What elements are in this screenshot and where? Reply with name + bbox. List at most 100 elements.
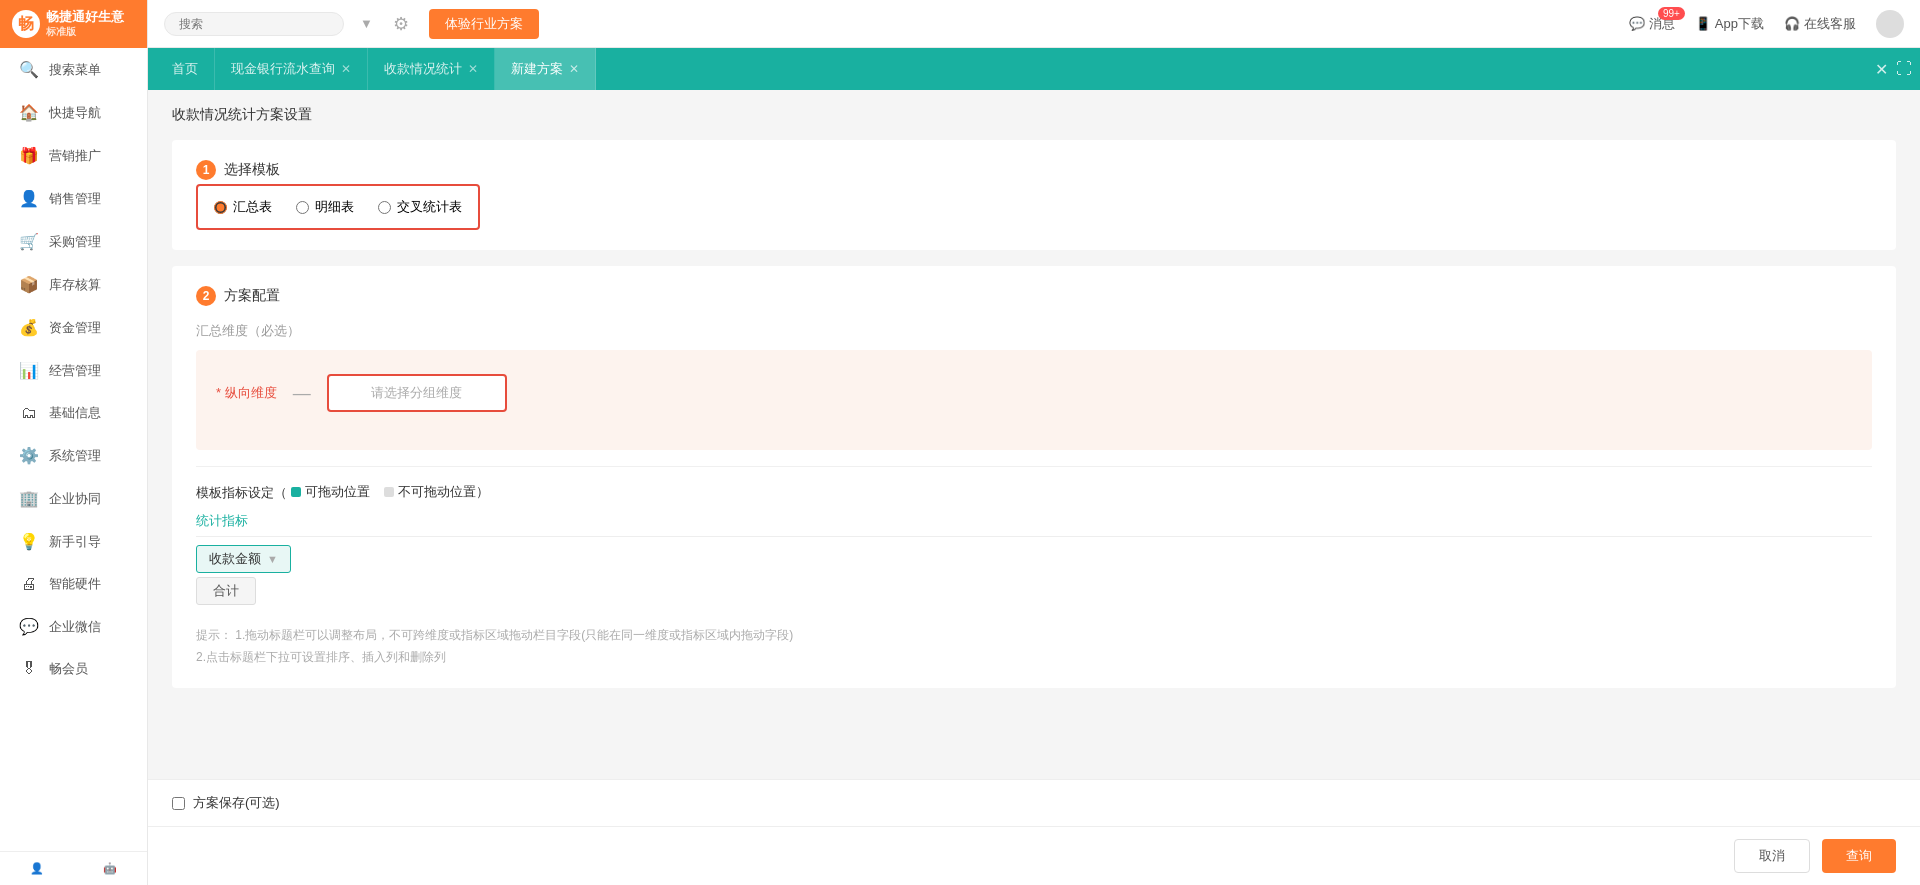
non-draggable-dot	[384, 487, 394, 497]
metric-tag-collection-amount[interactable]: 收款金额 ▼	[196, 545, 291, 573]
sidebar-item-purchase[interactable]: 🛒 采购管理	[0, 220, 147, 263]
step1-section: 1 选择模板 汇总表 明细表 交叉统计表	[172, 140, 1896, 250]
tab-collection-close-icon[interactable]: ✕	[468, 62, 478, 76]
maximize-icon[interactable]: ⛶	[1896, 60, 1912, 79]
sidebar-item-finance[interactable]: 💰资金管理	[0, 306, 147, 349]
sidebar-item-marketing[interactable]: 🎁营销推广	[0, 134, 147, 177]
medal-icon: 🎖	[19, 660, 39, 678]
sidebar-item-label: 搜索菜单	[49, 61, 101, 79]
sidebar-item-sales[interactable]: 👤 销售管理	[0, 177, 147, 220]
logo-text: 畅捷通好生意	[46, 9, 124, 25]
page-title: 收款情况统计方案设置	[172, 106, 1896, 124]
sidebar-item-corp[interactable]: 🏢 企业协同	[0, 477, 147, 520]
metric-tag-dropdown-icon[interactable]: ▼	[267, 553, 278, 565]
sidebar-item-label: 经营管理	[49, 362, 101, 380]
sidebar-item-quicknav[interactable]: 🏠快捷导航	[0, 91, 147, 134]
home-icon: 🏠	[19, 103, 39, 122]
radio-cross-label: 交叉统计表	[397, 198, 462, 216]
sidebar-item-operation[interactable]: 📊 经营管理	[0, 349, 147, 392]
avatar[interactable]	[1876, 10, 1904, 38]
close-window-icon[interactable]: ✕	[1875, 60, 1888, 79]
sidebar-item-inventory[interactable]: 📦库存核算	[0, 263, 147, 306]
metrics-label: 统计指标	[196, 512, 1872, 537]
sidebar-item-label: 畅会员	[49, 660, 88, 678]
notification-item[interactable]: 💬 消息 99+	[1629, 15, 1675, 33]
radio-summary[interactable]: 汇总表	[214, 198, 272, 216]
avatar-icon: 👤	[30, 862, 44, 875]
topbar: ▼ ⚙ 体验行业方案 💬 消息 99+ 📱 App下载 🎧 在线客服	[148, 0, 1920, 48]
sidebar-item-label: 系统管理	[49, 447, 101, 465]
content-wrapper: 收款情况统计方案设置 1 选择模板 汇总表 明细表	[148, 90, 1920, 885]
tab-new-plan-close-icon[interactable]: ✕	[569, 62, 579, 76]
template-options-group: 汇总表 明细表 交叉统计表	[196, 184, 480, 230]
metrics-header: 模板指标设定（ 可拖动位置 不可拖动位置）	[196, 483, 1872, 502]
sidebar-item-basic[interactable]: 🗂基础信息	[0, 392, 147, 434]
sidebar-logo: 畅 畅捷通好生意 标准版	[0, 0, 147, 48]
radio-detail-label: 明细表	[315, 198, 354, 216]
step2-section: 2 方案配置 汇总维度（必选） * 纵向维度 — 请选择分组维度	[172, 266, 1896, 688]
sidebar-item-guide[interactable]: 💡新手引导	[0, 520, 147, 563]
cancel-button[interactable]: 取消	[1734, 839, 1810, 873]
tab-cashflow-close-icon[interactable]: ✕	[341, 62, 351, 76]
tab-collection[interactable]: 收款情况统计 ✕	[368, 48, 495, 90]
query-button[interactable]: 查询	[1822, 839, 1896, 873]
radio-cross[interactable]: 交叉统计表	[378, 198, 462, 216]
cart-icon: 🛒	[19, 232, 39, 251]
tab-home-label: 首页	[172, 60, 198, 78]
tip-1: 提示： 1.拖动标题栏可以调整布局，不可跨维度或指标区域拖动栏目字段(只能在同一…	[196, 625, 1872, 647]
dimension-title: 汇总维度（必选）	[196, 322, 1872, 340]
tab-home[interactable]: 首页	[156, 48, 215, 90]
tab-cashflow-label: 现金银行流水查询	[231, 60, 335, 78]
search-dropdown-icon[interactable]: ▼	[360, 16, 373, 31]
settings-icon[interactable]: ⚙	[393, 13, 409, 35]
sidebar: 畅 畅捷通好生意 标准版 🔍 搜索菜单 🏠快捷导航 🎁营销推广 👤 销售管理 🛒 采购…	[0, 0, 148, 885]
tip-2: 2.点击标题栏下拉可设置排序、插入列和删除列	[196, 647, 1872, 669]
non-draggable-hint-label: 不可拖动位置）	[398, 483, 489, 501]
tab-new-plan[interactable]: 新建方案 ✕	[495, 48, 596, 90]
sidebar-item-label: 采购管理	[49, 233, 101, 251]
industry-plan-button[interactable]: 体验行业方案	[429, 9, 539, 39]
main-area: ▼ ⚙ 体验行业方案 💬 消息 99+ 📱 App下载 🎧 在线客服 首页	[148, 0, 1920, 885]
user-icon: 👤	[19, 189, 39, 208]
download-icon: 📱	[1695, 16, 1711, 31]
sidebar-item-search[interactable]: 🔍 搜索菜单	[0, 48, 147, 91]
building-icon: 🏢	[19, 489, 39, 508]
sidebar-item-label: 基础信息	[49, 404, 101, 422]
download-item[interactable]: 📱 App下载	[1695, 15, 1764, 33]
sidebar-item-system[interactable]: ⚙️ 系统管理	[0, 434, 147, 477]
dimension-section: 汇总维度（必选） * 纵向维度 — 请选择分组维度	[196, 322, 1872, 450]
sidebar-item-label: 智能硬件	[49, 575, 101, 593]
dimension-selector[interactable]: 请选择分组维度	[327, 374, 507, 412]
sidebar-item-label: 企业协同	[49, 490, 101, 508]
metrics-tags: 收款金额 ▼ 合计	[196, 545, 336, 605]
sidebar-bottom-user2[interactable]: 🤖	[74, 862, 148, 875]
dimension-area: * 纵向维度 — 请选择分组维度	[196, 350, 1872, 450]
metrics-header-text: 模板指标设定（ 可拖动位置 不可拖动位置）	[196, 483, 489, 502]
radio-summary-label: 汇总表	[233, 198, 272, 216]
sidebar-item-member[interactable]: 🎖 畅会员	[0, 648, 147, 690]
dimension-row: * 纵向维度 — 请选择分组维度	[216, 374, 1852, 412]
sidebar-item-wechat[interactable]: 💬企业微信	[0, 605, 147, 648]
save-label[interactable]: 方案保存(可选)	[193, 794, 280, 812]
dimension-arrow-icon: —	[293, 383, 311, 404]
sidebar-item-hardware[interactable]: 🖨智能硬件	[0, 563, 147, 605]
search-input[interactable]	[164, 12, 344, 36]
gear-icon: ⚙️	[19, 446, 39, 465]
box-icon: 📦	[19, 275, 39, 294]
tab-collection-label: 收款情况统计	[384, 60, 462, 78]
sidebar-item-label: 新手引导	[49, 533, 101, 551]
step2-label: 方案配置	[224, 287, 280, 305]
download-label: App下载	[1715, 15, 1764, 33]
support-item[interactable]: 🎧 在线客服	[1784, 15, 1856, 33]
sidebar-bottom-user1[interactable]: 👤	[0, 862, 74, 875]
draggable-hint-label: 可拖动位置	[305, 483, 370, 501]
sidebar-item-label: 销售管理	[49, 190, 101, 208]
radio-detail[interactable]: 明细表	[296, 198, 354, 216]
chart-icon: 📊	[19, 361, 39, 380]
message-icon: 💬	[1629, 16, 1645, 31]
save-section: 方案保存(可选)	[148, 779, 1920, 826]
money-icon: 💰	[19, 318, 39, 337]
search-icon: 🔍	[19, 60, 39, 79]
save-checkbox[interactable]	[172, 797, 185, 810]
tab-cashflow[interactable]: 现金银行流水查询 ✕	[215, 48, 368, 90]
